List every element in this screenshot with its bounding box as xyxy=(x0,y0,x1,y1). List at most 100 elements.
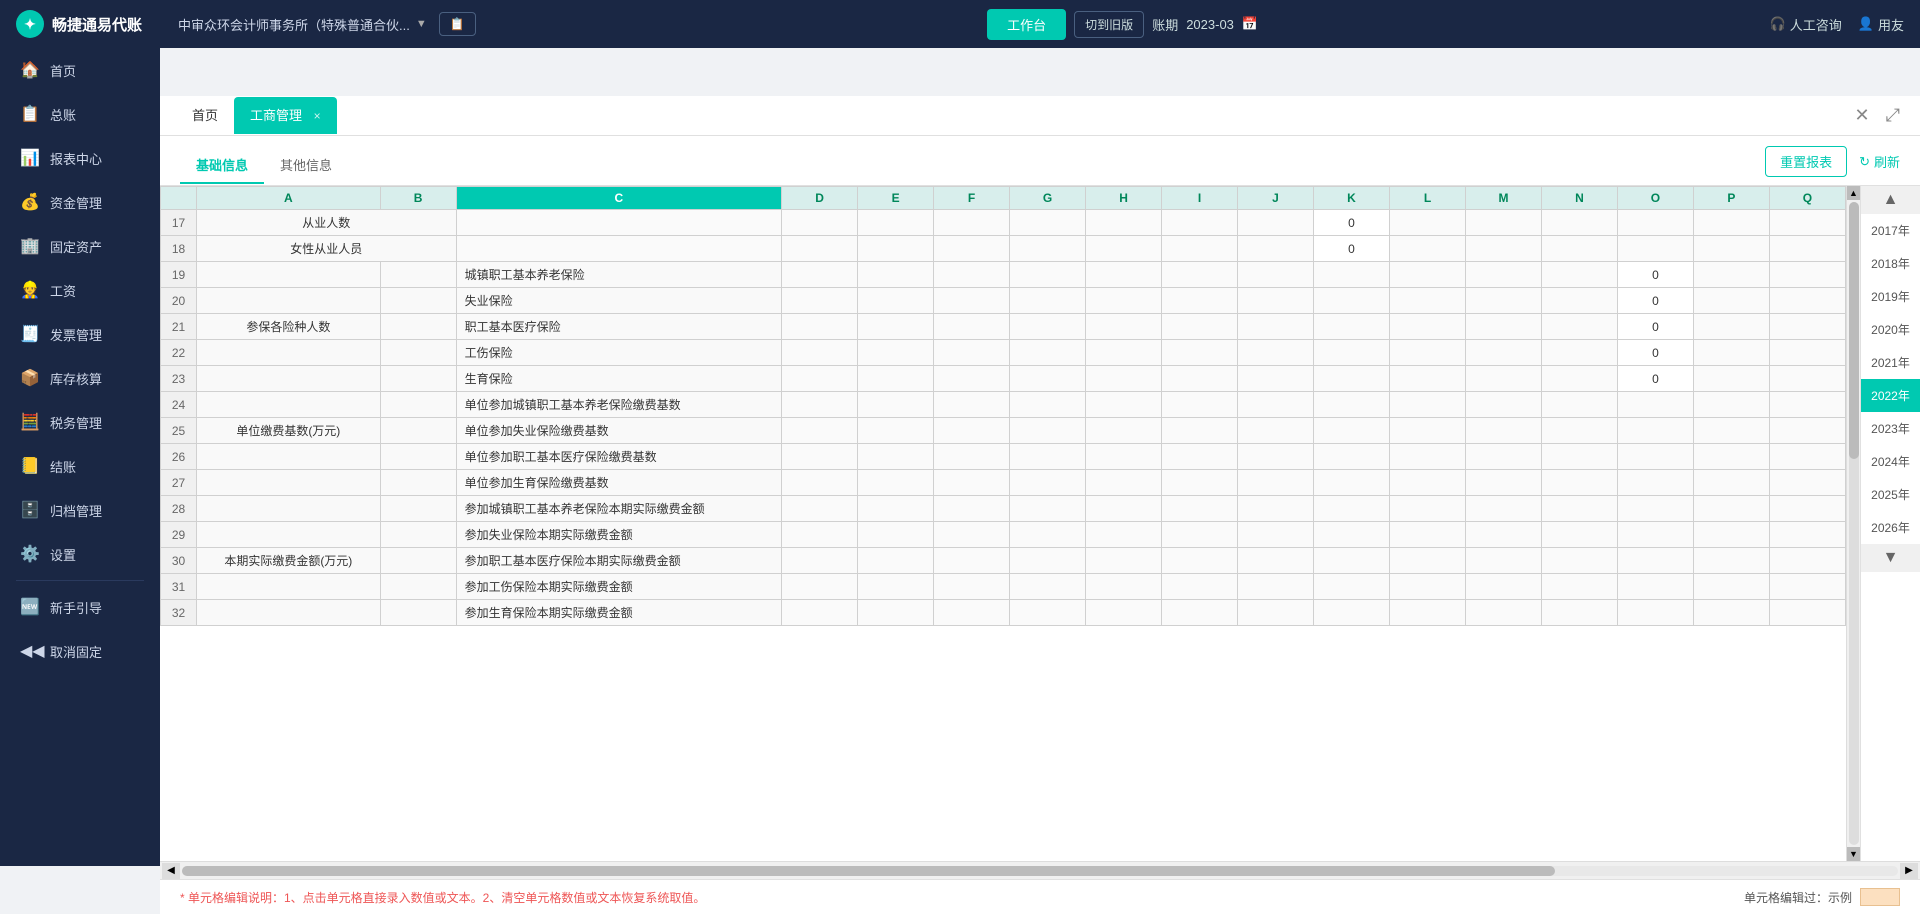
cell-17-m[interactable] xyxy=(1465,210,1541,236)
cell-26-k[interactable] xyxy=(1314,444,1390,470)
cell-19-o[interactable]: 0 xyxy=(1617,262,1693,288)
cell-18-k[interactable]: 0 xyxy=(1314,236,1390,262)
cell-32-h[interactable] xyxy=(1086,600,1162,626)
cell-25-q[interactable] xyxy=(1769,418,1845,444)
vertical-scrollbar[interactable]: ▲ ▼ xyxy=(1846,186,1860,861)
year-item-2018[interactable]: 2018年 xyxy=(1861,247,1920,280)
cell-23-q[interactable] xyxy=(1769,366,1845,392)
cell-30-g[interactable] xyxy=(1010,548,1086,574)
cell-21-j[interactable] xyxy=(1238,314,1314,340)
scroll-up-btn[interactable]: ▲ xyxy=(1847,186,1861,200)
cell-24-l[interactable] xyxy=(1390,392,1466,418)
cell-30-c[interactable]: 参加职工基本医疗保险本期实际缴费金额 xyxy=(456,548,782,574)
cell-29-g[interactable] xyxy=(1010,522,1086,548)
cell-18-p[interactable] xyxy=(1693,236,1769,262)
cell-32-g[interactable] xyxy=(1010,600,1086,626)
cell-28-p[interactable] xyxy=(1693,496,1769,522)
cell-19-c[interactable]: 城镇职工基本养老保险 xyxy=(456,262,782,288)
cell-22-m[interactable] xyxy=(1465,340,1541,366)
cell-31-f[interactable] xyxy=(934,574,1010,600)
table-row[interactable]: 32 参加生育保险本期实际缴费金额 xyxy=(161,600,1846,626)
cell-24-h[interactable] xyxy=(1086,392,1162,418)
cell-29-m[interactable] xyxy=(1465,522,1541,548)
cell-30-i[interactable] xyxy=(1162,548,1238,574)
cell-26-l[interactable] xyxy=(1390,444,1466,470)
cell-31-h[interactable] xyxy=(1086,574,1162,600)
table-row[interactable]: 27 单位参加生育保险缴费基数 xyxy=(161,470,1846,496)
cell-30-h[interactable] xyxy=(1086,548,1162,574)
cell-31-l[interactable] xyxy=(1390,574,1466,600)
cell-21-h[interactable] xyxy=(1086,314,1162,340)
cell-25-d[interactable] xyxy=(782,418,858,444)
cell-23-e[interactable] xyxy=(858,366,934,392)
cell-32-f[interactable] xyxy=(934,600,1010,626)
cell-28-j[interactable] xyxy=(1238,496,1314,522)
cell-18-g[interactable] xyxy=(1010,236,1086,262)
cell-28-d[interactable] xyxy=(782,496,858,522)
table-row[interactable]: 17 从业人数 0 xyxy=(161,210,1846,236)
cell-23-i[interactable] xyxy=(1162,366,1238,392)
cell-22-h[interactable] xyxy=(1086,340,1162,366)
year-item-2019[interactable]: 2019年 xyxy=(1861,280,1920,313)
hscroll-right-btn[interactable]: ▶ xyxy=(1900,863,1918,879)
cell-20-o[interactable]: 0 xyxy=(1617,288,1693,314)
cell-19-g[interactable] xyxy=(1010,262,1086,288)
cell-30-j[interactable] xyxy=(1238,548,1314,574)
cell-25-c[interactable]: 单位参加失业保险缴费基数 xyxy=(456,418,782,444)
cell-21-l[interactable] xyxy=(1390,314,1466,340)
cell-27-a[interactable] xyxy=(197,470,381,496)
tab-close-icon[interactable]: × xyxy=(314,109,321,123)
cell-26-m[interactable] xyxy=(1465,444,1541,470)
sidebar-item-tax[interactable]: 🧮 税务管理 xyxy=(0,400,160,444)
cell-28-a[interactable] xyxy=(197,496,381,522)
sidebar-item-unpin[interactable]: ◀◀ 取消固定 xyxy=(0,629,160,673)
table-row[interactable]: 21 参保各险种人数 职工基本医疗保险 xyxy=(161,314,1846,340)
cell-25-p[interactable] xyxy=(1693,418,1769,444)
cell-24-k[interactable] xyxy=(1314,392,1390,418)
cell-22-j[interactable] xyxy=(1238,340,1314,366)
cell-28-h[interactable] xyxy=(1086,496,1162,522)
cell-19-k[interactable] xyxy=(1314,262,1390,288)
cell-28-c[interactable]: 参加城镇职工基本养老保险本期实际缴费金额 xyxy=(456,496,782,522)
cell-27-c[interactable]: 单位参加生育保险缴费基数 xyxy=(456,470,782,496)
cell-22-i[interactable] xyxy=(1162,340,1238,366)
cell-23-g[interactable] xyxy=(1010,366,1086,392)
cell-22-l[interactable] xyxy=(1390,340,1466,366)
cell-32-d[interactable] xyxy=(782,600,858,626)
copy-button[interactable]: 📋 xyxy=(439,12,476,36)
cell-31-k[interactable] xyxy=(1314,574,1390,600)
cell-18-j[interactable] xyxy=(1238,236,1314,262)
cell-25-m[interactable] xyxy=(1465,418,1541,444)
year-scroll-up-btn[interactable]: ▲ xyxy=(1861,186,1920,214)
refresh-button[interactable]: ↻ 刷新 xyxy=(1859,152,1900,171)
cell-21-b[interactable] xyxy=(380,314,456,340)
cell-18-n[interactable] xyxy=(1541,236,1617,262)
table-row[interactable]: 29 参加失业保险本期实际缴费金额 xyxy=(161,522,1846,548)
cell-21-e[interactable] xyxy=(858,314,934,340)
cell-25-b[interactable] xyxy=(380,418,456,444)
cell-22-o[interactable]: 0 xyxy=(1617,340,1693,366)
cell-30-o[interactable] xyxy=(1617,548,1693,574)
cell-25-e[interactable] xyxy=(858,418,934,444)
sidebar-item-close[interactable]: 📒 结账 xyxy=(0,444,160,488)
cell-26-g[interactable] xyxy=(1010,444,1086,470)
cell-30-l[interactable] xyxy=(1390,548,1466,574)
cell-21-n[interactable] xyxy=(1541,314,1617,340)
cell-21-f[interactable] xyxy=(934,314,1010,340)
sidebar-item-finance[interactable]: 💰 资金管理 xyxy=(0,180,160,224)
cell-23-j[interactable] xyxy=(1238,366,1314,392)
cell-19-m[interactable] xyxy=(1465,262,1541,288)
cell-27-b[interactable] xyxy=(380,470,456,496)
cell-29-e[interactable] xyxy=(858,522,934,548)
cell-25-f[interactable] xyxy=(934,418,1010,444)
cell-27-i[interactable] xyxy=(1162,470,1238,496)
cell-31-a[interactable] xyxy=(197,574,381,600)
horizontal-scrollbar[interactable]: ◀ ▶ xyxy=(160,861,1920,879)
cell-21-i[interactable] xyxy=(1162,314,1238,340)
sidebar-item-inventory[interactable]: 📦 库存核算 xyxy=(0,356,160,400)
sidebar-item-settings[interactable]: ⚙️ 设置 xyxy=(0,532,160,576)
cell-25-n[interactable] xyxy=(1541,418,1617,444)
cell-22-c[interactable]: 工伤保险 xyxy=(456,340,782,366)
cell-29-h[interactable] xyxy=(1086,522,1162,548)
cell-32-p[interactable] xyxy=(1693,600,1769,626)
